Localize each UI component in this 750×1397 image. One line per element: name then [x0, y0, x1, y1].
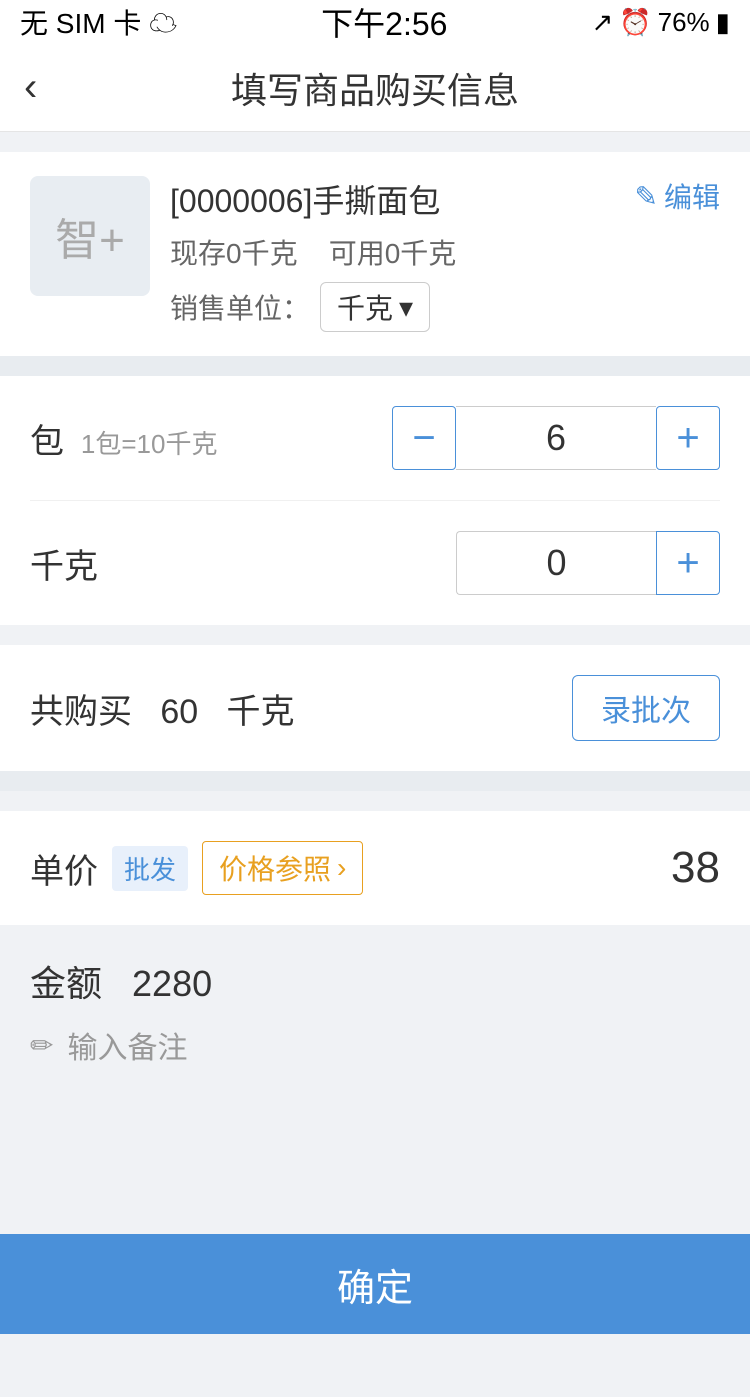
remark-row[interactable]: ✏ 输入备注	[30, 1023, 720, 1067]
amount-label: 金额	[30, 963, 102, 1004]
summary-section: 共购买 60 千克 录批次	[0, 645, 750, 771]
summary-unit: 千克	[227, 693, 295, 731]
status-bar: 无 SIM 卡 ☁ 下午2:56 ↗ ⏰ 76% ▮	[0, 0, 750, 44]
stock-label: 现存0千克	[170, 238, 298, 269]
divider-2	[0, 771, 750, 791]
sim-status: 无 SIM 卡 ☁	[20, 2, 177, 42]
location-icon: ↗	[591, 7, 613, 38]
unit-label: 销售单位：	[170, 287, 310, 327]
status-bar-left: 无 SIM 卡 ☁	[20, 2, 177, 42]
package-label: 包	[30, 423, 64, 461]
input-section: 包 1包=10千克 − + 千克 +	[0, 376, 750, 625]
package-hint: 1包=10千克	[81, 429, 218, 459]
page-title: 填写商品购买信息	[231, 62, 519, 114]
battery-icon: ▮	[716, 7, 730, 38]
price-left: 单价 批发 价格参照 ›	[30, 841, 363, 895]
edit-label: 编辑	[664, 176, 720, 216]
product-logo: 智+	[55, 204, 125, 268]
summary-quantity: 60	[160, 693, 198, 731]
summary-text: 共购买 60 千克	[30, 684, 295, 733]
summary-label: 共购买	[30, 693, 132, 731]
alarm-icon: ⏰	[619, 7, 651, 38]
product-image: 智+	[30, 176, 150, 296]
kilogram-stepper: +	[456, 531, 720, 595]
price-value: 38	[671, 843, 720, 893]
price-ref-label: 价格参照	[219, 848, 331, 888]
amount-row: 金额 2280	[30, 955, 720, 1007]
product-stock: 现存0千克 可用0千克	[170, 232, 720, 272]
batch-button[interactable]: 录批次	[572, 675, 720, 741]
kilogram-label: 千克	[30, 539, 98, 588]
status-bar-time: 下午2:56	[321, 0, 447, 45]
amount-section: 金额 2280 ✏ 输入备注	[0, 925, 750, 1097]
package-input[interactable]	[456, 406, 656, 470]
edit-icon: ✎	[635, 180, 658, 213]
battery-level: 76%	[658, 7, 710, 38]
price-ref-button[interactable]: 价格参照 ›	[202, 841, 363, 895]
pencil-icon: ✏	[30, 1029, 53, 1062]
status-bar-right: ↗ ⏰ 76% ▮	[591, 7, 730, 38]
package-input-row: 包 1包=10千克 − +	[30, 376, 720, 501]
available-label: 可用0千克	[329, 238, 457, 269]
package-label-group: 包 1包=10千克	[30, 414, 217, 463]
amount-value: 2280	[132, 963, 212, 1004]
divider-1	[0, 356, 750, 376]
unit-dropdown[interactable]: 千克 ▾	[320, 282, 430, 332]
nav-bar: ‹ 填写商品购买信息	[0, 44, 750, 132]
price-tag: 批发	[112, 846, 188, 891]
package-plus-button[interactable]: +	[656, 406, 720, 470]
package-stepper: − +	[392, 406, 720, 470]
back-button[interactable]: ‹	[24, 65, 37, 110]
edit-button[interactable]: ✎ 编辑	[635, 176, 720, 216]
product-card: 智+ [0000006]手撕面包 现存0千克 可用0千克 销售单位： 千克 ▾ …	[0, 152, 750, 356]
chevron-right-icon: ›	[337, 852, 346, 884]
price-label: 单价	[30, 844, 98, 893]
chevron-down-icon: ▾	[399, 291, 413, 324]
kilogram-input[interactable]	[456, 531, 656, 595]
price-section: 单价 批发 价格参照 › 38	[0, 811, 750, 925]
price-row: 单价 批发 价格参照 › 38	[30, 841, 720, 895]
confirm-button[interactable]: 确定	[0, 1234, 750, 1334]
kilogram-plus-button[interactable]: +	[656, 531, 720, 595]
package-minus-button[interactable]: −	[392, 406, 456, 470]
unit-value: 千克	[337, 287, 393, 327]
product-unit: 销售单位： 千克 ▾	[170, 282, 720, 332]
kilogram-input-row: 千克 +	[30, 501, 720, 625]
remark-placeholder: 输入备注	[67, 1023, 187, 1067]
